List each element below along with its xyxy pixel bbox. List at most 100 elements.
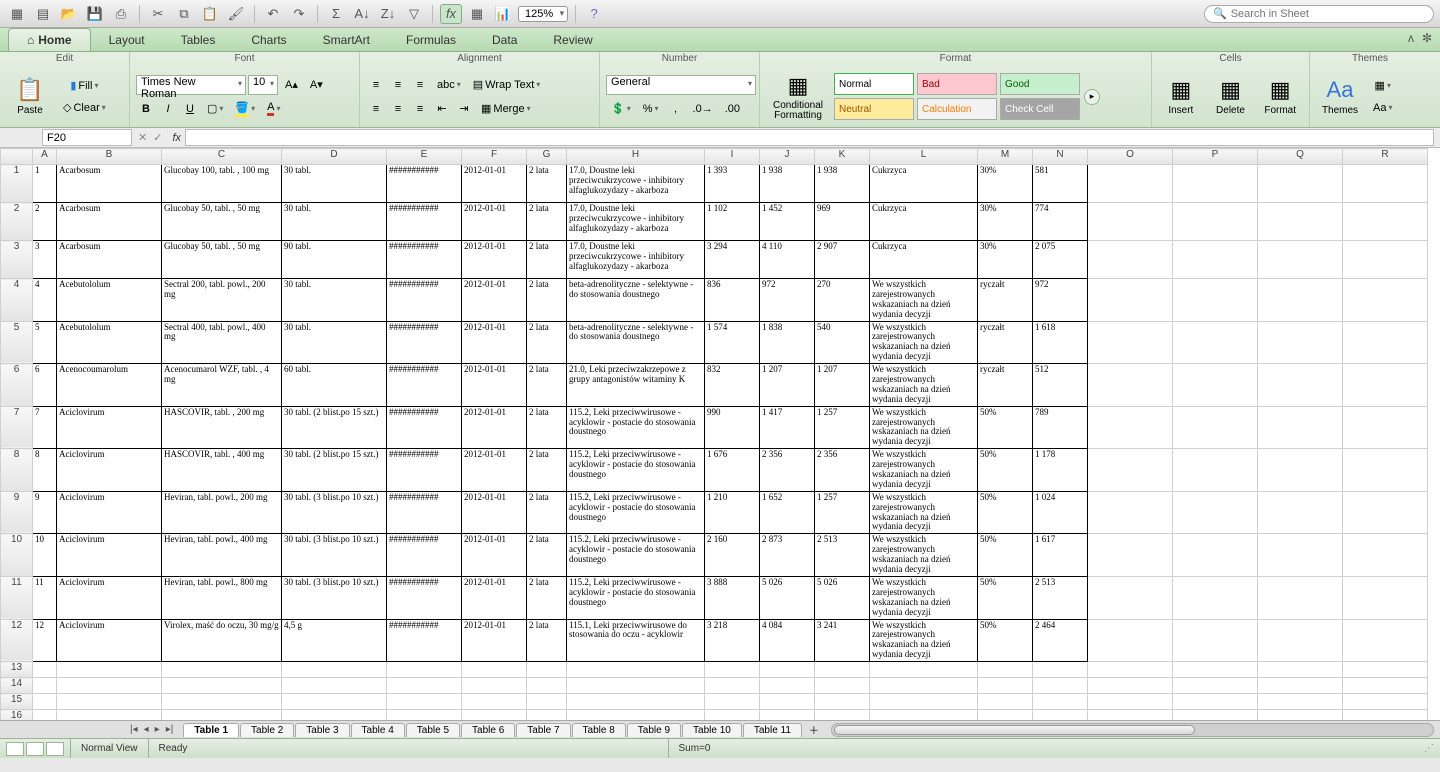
align-bottom-icon[interactable]: ≡ — [410, 75, 430, 95]
column-header[interactable]: E — [387, 149, 462, 165]
cell[interactable]: Virolex, maść do oczu, 30 mg/g — [162, 619, 282, 662]
cell[interactable]: 1 652 — [760, 491, 815, 534]
cell[interactable]: 2012-01-01 — [462, 279, 527, 322]
cell[interactable]: We wszystkich zarejestrowanych wskazania… — [870, 534, 978, 577]
cell[interactable]: ########### — [387, 491, 462, 534]
cell[interactable]: 12 — [33, 619, 57, 662]
cell[interactable] — [815, 694, 870, 710]
sort-desc-icon[interactable]: Z↓ — [377, 4, 399, 24]
cell[interactable]: HASCOVIR, tabl. , 200 mg — [162, 406, 282, 449]
sheet-tab[interactable]: Table 3 — [295, 723, 349, 737]
cell[interactable] — [1258, 491, 1343, 534]
cell[interactable] — [870, 694, 978, 710]
cell[interactable]: 1 257 — [815, 406, 870, 449]
cell[interactable] — [705, 662, 760, 678]
view-page-break-icon[interactable] — [46, 742, 64, 756]
cell[interactable]: 2 513 — [1033, 576, 1088, 619]
search-in-sheet[interactable]: 🔍 — [1204, 5, 1434, 23]
font-name-select[interactable]: Times New Roman — [136, 75, 246, 95]
cell[interactable]: 540 — [815, 321, 870, 364]
cell[interactable]: 90 tabl. — [282, 241, 387, 279]
cell[interactable]: 581 — [1033, 165, 1088, 203]
styles-more-icon[interactable]: ▸ — [1084, 89, 1100, 105]
cell[interactable]: 512 — [1033, 364, 1088, 407]
zoom-select[interactable]: 125% — [518, 6, 568, 22]
cell[interactable] — [567, 678, 705, 694]
cell[interactable]: We wszystkich zarejestrowanych wskazania… — [870, 321, 978, 364]
cell[interactable] — [1173, 491, 1258, 534]
cell[interactable] — [1088, 449, 1173, 492]
decrease-decimal-icon[interactable]: .00 — [720, 99, 745, 119]
cell[interactable] — [1343, 321, 1428, 364]
cell[interactable] — [1258, 619, 1343, 662]
print-icon[interactable]: ⎙ — [110, 4, 132, 24]
align-top-icon[interactable]: ≡ — [366, 75, 386, 95]
cell[interactable] — [1258, 694, 1343, 710]
column-header[interactable]: H — [567, 149, 705, 165]
fill-color-button[interactable]: 🪣 — [230, 99, 260, 119]
cell[interactable] — [33, 710, 57, 720]
cell[interactable] — [527, 710, 567, 720]
cell[interactable] — [1258, 203, 1343, 241]
cell[interactable]: Heviran, tabl. powl., 400 mg — [162, 534, 282, 577]
cell[interactable] — [1343, 203, 1428, 241]
column-header[interactable]: K — [815, 149, 870, 165]
tab-formulas[interactable]: Formulas — [388, 29, 474, 51]
sheet-tab[interactable]: Table 6 — [461, 723, 515, 737]
cell[interactable]: 2 160 — [705, 534, 760, 577]
bold-button[interactable]: B — [136, 99, 156, 119]
cell[interactable]: 5 — [33, 321, 57, 364]
cell[interactable] — [1258, 406, 1343, 449]
cell[interactable]: 2012-01-01 — [462, 364, 527, 407]
cell[interactable]: 2 lata — [527, 406, 567, 449]
cell[interactable] — [1343, 619, 1428, 662]
theme-fonts-button[interactable]: Aa — [1368, 98, 1397, 118]
sheet-tab[interactable]: Table 9 — [627, 723, 681, 737]
cell[interactable]: ryczałt — [978, 321, 1033, 364]
cell[interactable] — [760, 710, 815, 720]
cell[interactable] — [705, 710, 760, 720]
cell[interactable] — [1343, 662, 1428, 678]
cell[interactable]: 2012-01-01 — [462, 576, 527, 619]
cell[interactable]: 2012-01-01 — [462, 491, 527, 534]
cell[interactable]: Acarbosum — [57, 165, 162, 203]
resize-grip-icon[interactable]: ⋰ — [1424, 743, 1434, 754]
cell[interactable]: 2 — [33, 203, 57, 241]
clear-button[interactable]: ◇Clear — [58, 98, 111, 118]
tab-review[interactable]: Review — [535, 29, 610, 51]
cell[interactable] — [57, 710, 162, 720]
cell[interactable] — [1343, 678, 1428, 694]
cell[interactable] — [387, 694, 462, 710]
cell[interactable] — [1088, 694, 1173, 710]
cell[interactable]: 50% — [978, 576, 1033, 619]
cell[interactable] — [527, 678, 567, 694]
cell[interactable] — [527, 662, 567, 678]
fx-label-icon[interactable]: fx — [172, 132, 181, 144]
align-left-icon[interactable]: ≡ — [366, 99, 386, 119]
cell[interactable]: 1 393 — [705, 165, 760, 203]
cell[interactable]: 115.2, Leki przeciwwirusowe - acyklowir … — [567, 576, 705, 619]
cell[interactable]: 2 464 — [1033, 619, 1088, 662]
cell[interactable]: 2012-01-01 — [462, 534, 527, 577]
align-middle-icon[interactable]: ≡ — [388, 75, 408, 95]
cell[interactable] — [760, 678, 815, 694]
increase-decimal-icon[interactable]: .0→ — [688, 99, 718, 119]
conditional-formatting-button[interactable]: ▦ Conditional Formatting — [766, 69, 830, 125]
ribbon-settings-icon[interactable]: ✼ — [1422, 31, 1432, 45]
collapse-ribbon-icon[interactable]: ʌ — [1408, 31, 1414, 45]
cell[interactable]: 17.0, Doustne leki przeciwcukrzycowe - i… — [567, 241, 705, 279]
cell[interactable] — [1088, 491, 1173, 534]
cell[interactable]: 6 — [33, 364, 57, 407]
add-sheet-icon[interactable]: ＋ — [809, 722, 819, 737]
row-header[interactable]: 3 — [1, 241, 33, 279]
cell[interactable]: Aciclovirum — [57, 619, 162, 662]
cell[interactable]: ########### — [387, 279, 462, 322]
cell[interactable]: 30 tabl. — [282, 321, 387, 364]
cell[interactable] — [462, 678, 527, 694]
cell[interactable]: 1 417 — [760, 406, 815, 449]
cell[interactable]: 1 938 — [815, 165, 870, 203]
sheet-tab[interactable]: Table 2 — [240, 723, 294, 737]
cell[interactable] — [1343, 694, 1428, 710]
row-header[interactable]: 1 — [1, 165, 33, 203]
tab-layout[interactable]: Layout — [91, 29, 163, 51]
